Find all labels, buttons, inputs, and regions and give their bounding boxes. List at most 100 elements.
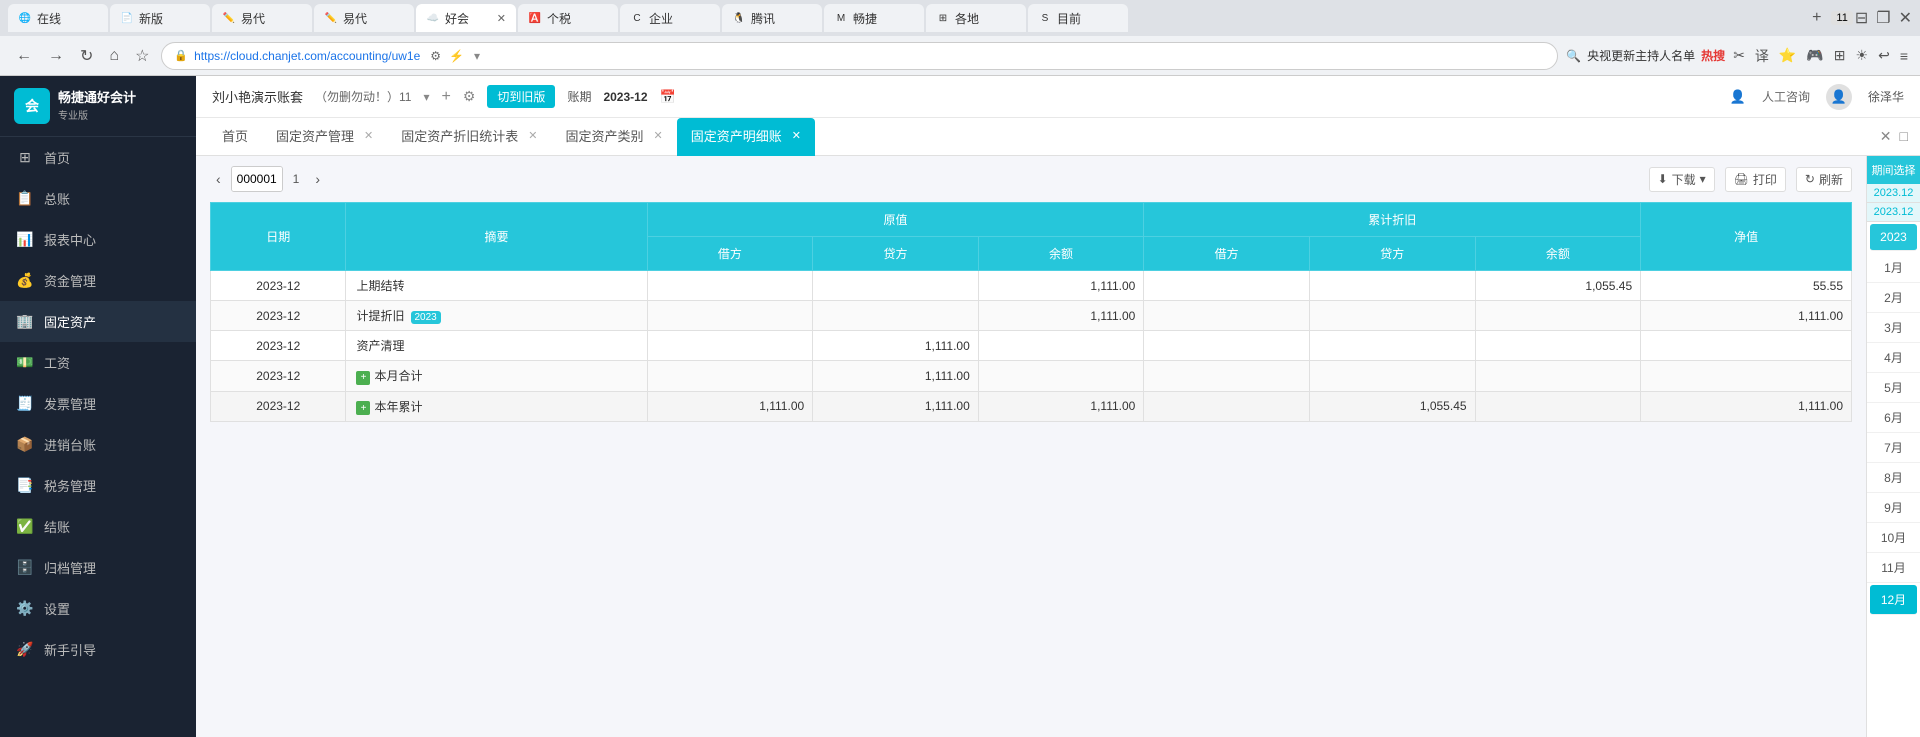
header-summary: 摘要 [346,203,647,271]
period-month-item[interactable]: 2023 [1870,224,1917,251]
sidebar-item-payroll[interactable]: 💵工资 [0,342,196,383]
next-page-button[interactable]: › [309,169,326,189]
page-tab-close-${tab.id}[interactable]: ✕ [792,129,801,142]
topbar-add-icon[interactable]: + [442,88,451,106]
period-month-item[interactable]: 8月 [1867,463,1920,493]
page-number-input[interactable] [232,167,282,191]
avatar[interactable]: 👤 [1826,84,1852,110]
page-tab-close-${tab.id}[interactable]: ✕ [528,129,537,142]
browser-tab-t5[interactable]: ☁️好会✕ [416,4,516,32]
period-month-item[interactable]: 3月 [1867,313,1920,343]
restore-icon[interactable]: ❐ [1876,8,1890,28]
sidebar-item-fixed-assets[interactable]: 🏢固定资产 [0,301,196,342]
topbar-dropdown-icon[interactable]: ▾ [423,90,429,104]
period-month-item[interactable]: 10月 [1867,523,1920,553]
header-original-value: 原值 [647,203,1144,237]
close-icon[interactable]: ✕ [1899,8,1912,28]
period-month-item[interactable]: 11月 [1867,553,1920,583]
menu-icon-archives: 🗄️ [16,559,34,577]
browser-tab-t7[interactable]: C 企业 [620,4,720,32]
sidebar-item-guide[interactable]: 🚀新手引导 [0,629,196,670]
period-month-item[interactable]: 4月 [1867,343,1920,373]
browser-tab-t6[interactable]: 🅰️个税 [518,4,618,32]
period-selected-date: 2023.12 [1867,203,1920,222]
browser-tab-t2[interactable]: 📄新版 [110,4,210,32]
download-button[interactable]: ⬇ 下载 ▾ [1649,167,1715,192]
forward-button[interactable]: → [44,45,68,67]
browser-tab-t3[interactable]: ✏️易代 [212,4,312,32]
sidebar-item-settings[interactable]: ⚙️设置 [0,588,196,629]
browser-tab-t8[interactable]: 🐧腾讯 [722,4,822,32]
grid-icon[interactable]: ⊞ [1834,47,1846,64]
tab-favicon: C [630,11,644,25]
back-button[interactable]: ← [12,45,36,67]
cell-orig-balance: 1,111.00 [978,391,1144,422]
page-tab-fixed-category[interactable]: 固定资产类别✕ [551,118,676,156]
period-month-item[interactable]: 12月 [1870,585,1917,615]
print-label: 打印 [1753,171,1777,188]
dropdown-icon[interactable]: ▾ [474,49,480,63]
menu-icon[interactable]: ≡ [1900,48,1908,64]
browser-tab-t11[interactable]: S目前 [1028,4,1128,32]
sidebar-item-settlement[interactable]: ✅结账 [0,506,196,547]
sidebar-item-reports[interactable]: 📊报表中心 [0,219,196,260]
table-row: 2023-12 +本月合计 1,111.00 [211,361,1852,392]
history-back-icon[interactable]: ↩ [1878,47,1890,64]
sidebar-item-funds[interactable]: 💰资金管理 [0,260,196,301]
topbar-settings-icon[interactable]: ⚙ [463,88,476,105]
collapse-expand-icon[interactable]: □ [1900,128,1908,145]
reload-button[interactable]: ↻ [76,44,97,68]
sidebar-item-archives[interactable]: 🗄️归档管理 [0,547,196,588]
browser-tab-t4[interactable]: ✏️易代 [314,4,414,32]
period-month-item[interactable]: 1月 [1867,253,1920,283]
period-month-item[interactable]: 7月 [1867,433,1920,463]
period-month-item[interactable]: 6月 [1867,403,1920,433]
page-tab-home[interactable]: 首页 [208,118,262,156]
sidebar-item-home[interactable]: ⊞首页 [0,137,196,178]
sun-icon[interactable]: ☀ [1856,47,1869,64]
browser-tab-t10[interactable]: ⊞各地 [926,4,1026,32]
tab-label: 企业 [649,10,673,27]
page-tab-fixed-mgmt[interactable]: 固定资产管理✕ [262,118,387,156]
translate-icon[interactable]: 译 [1755,46,1769,66]
new-tab-button[interactable]: + [1804,5,1829,31]
scissors-icon[interactable]: ✂ [1733,47,1745,64]
page-tab-close-${tab.id}[interactable]: ✕ [654,129,663,142]
game-icon[interactable]: 🎮 [1806,47,1823,64]
bookmark-button[interactable]: ☆ [131,44,153,68]
print-button[interactable]: 🖨 打印 [1725,167,1786,192]
switch-version-button[interactable]: 切到旧版 [487,85,555,108]
page-tab-close-${tab.id}[interactable]: ✕ [364,129,373,142]
menu-icon-fixed-assets: 🏢 [16,313,34,331]
menu-icon-inventory: 📦 [16,436,34,454]
period-month-item[interactable]: 9月 [1867,493,1920,523]
cell-accum-debit [1144,331,1310,361]
site-info-icon[interactable]: ⚙ [430,49,441,63]
sidebar-item-tax[interactable]: 📑税务管理 [0,465,196,506]
star-icon[interactable]: ⭐ [1779,47,1796,64]
refresh-button[interactable]: ↻ 刷新 [1796,167,1852,192]
url-input[interactable]: 🔒 https://cloud.chanjet.com/accounting/u… [161,42,1558,70]
home-button[interactable]: ⌂ [105,45,123,67]
browser-tab-t1[interactable]: 🌐在线 [8,4,108,32]
sidebar-item-inventory[interactable]: 📦 进销台账 [0,424,196,465]
collapse-close-icon[interactable]: ✕ [1880,128,1892,145]
calendar-icon[interactable]: 📅 [660,89,676,105]
period-month-item[interactable]: 5月 [1867,373,1920,403]
page-tab-fixed-depreciation[interactable]: 固定资产折旧统计表✕ [387,118,551,156]
sidebar-item-invoices[interactable]: 🧾发票管理 [0,383,196,424]
page-tab-fixed-detail[interactable]: 固定资产明细账✕ [677,118,815,156]
prev-page-button[interactable]: ‹ [210,169,227,189]
browser-tab-t9[interactable]: M畅捷 [824,4,924,32]
tab-close-icon[interactable]: ✕ [497,12,506,25]
browser-tab-bar: 🌐在线📄新版✏️易代✏️易代☁️好会✕🅰️个税C企业🐧腾讯M畅捷⊞各地S目前 +… [0,0,1920,36]
menu-label-inventory: 进销台账 [44,435,96,454]
minimize-icon[interactable]: ⊟ [1855,8,1868,28]
page-tabs: 首页固定资产管理✕固定资产折旧统计表✕固定资产类别✕固定资产明细账✕ ✕ □ [196,118,1920,156]
tab-favicon: S [1038,11,1052,25]
cell-summary: 上期结转 [346,271,647,301]
sidebar-item-general-ledger[interactable]: 📋总账 [0,178,196,219]
period-month-item[interactable]: 2月 [1867,283,1920,313]
service-label[interactable]: 人工咨询 [1762,88,1810,105]
header-orig-balance: 余额 [978,237,1144,271]
